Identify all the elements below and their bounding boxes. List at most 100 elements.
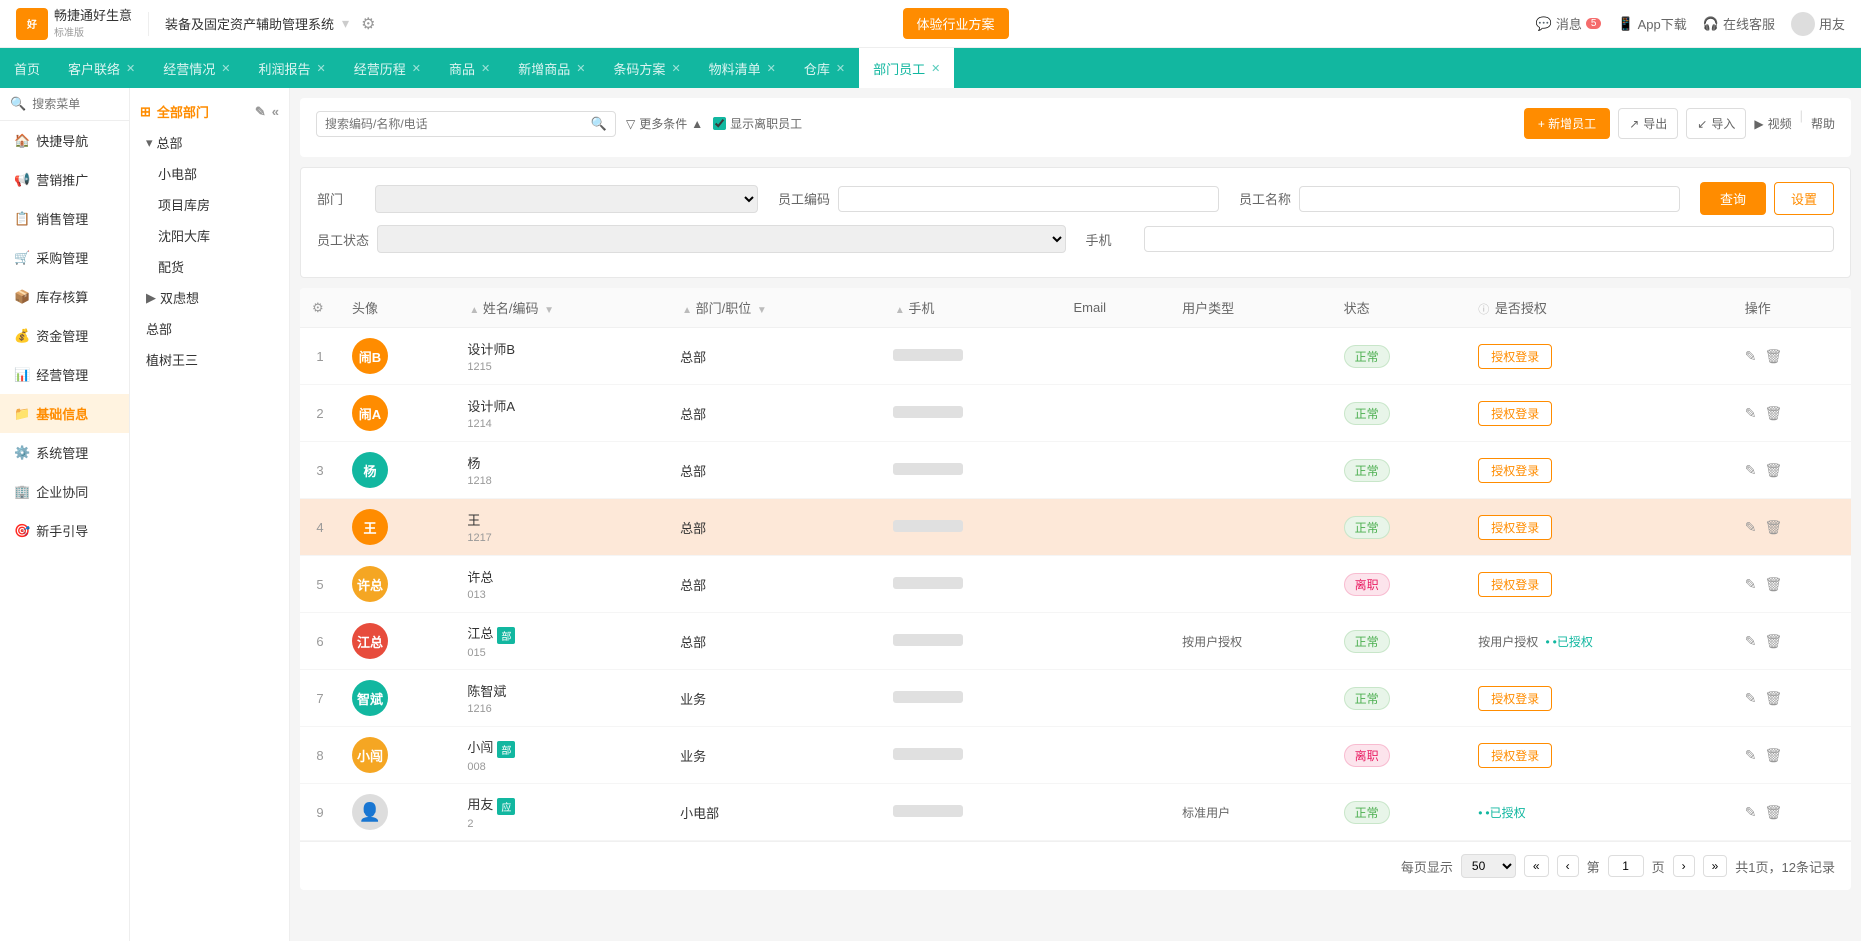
tab-new-goods[interactable]: 新增商品 ✕ [504, 48, 599, 88]
tab-finance-close[interactable]: ✕ [221, 62, 230, 75]
service-item[interactable]: 🎧 在线客服 [1703, 14, 1775, 33]
add-employee-btn[interactable]: + 新增员工 [1524, 108, 1610, 139]
delete-icon[interactable]: 🗑 [1764, 462, 1782, 479]
tab-history[interactable]: 经营历程 ✕ [340, 48, 435, 88]
auth-btn[interactable]: 授权登录 [1478, 401, 1552, 426]
edit-icon[interactable]: ✎ [1745, 348, 1757, 365]
edit-icon[interactable]: ✎ [1745, 804, 1757, 821]
dept-item-project[interactable]: 项目库房 [130, 189, 289, 220]
sidebar-item-purchase[interactable]: 🛒 采购管理 [0, 238, 129, 277]
dept-item-shenyang[interactable]: 沈阳大库 [130, 220, 289, 251]
help-btn[interactable]: 帮助 [1811, 108, 1835, 139]
emp-code-input[interactable] [838, 186, 1219, 212]
more-filter-btn[interactable]: ▽ 更多条件 ▲ [626, 115, 703, 132]
delete-icon[interactable]: 🗑 [1764, 348, 1782, 365]
dept-item-small-elec[interactable]: 小电部 [130, 158, 289, 189]
sidebar-item-system[interactable]: ⚙️ 系统管理 [0, 433, 129, 472]
edit-icon[interactable]: ✎ [1745, 747, 1757, 764]
settings-icon[interactable]: ⚙ [361, 14, 375, 34]
show-former-checkbox[interactable] [713, 117, 726, 130]
sidebar-item-sales[interactable]: 📋 销售管理 [0, 199, 129, 238]
edit-icon[interactable]: ✎ [1745, 690, 1757, 707]
sidebar-item-inventory[interactable]: 📦 库存核算 [0, 277, 129, 316]
sidebar-item-enterprise[interactable]: 🏢 企业协同 [0, 472, 129, 511]
tab-new-goods-close[interactable]: ✕ [576, 62, 585, 75]
tab-goods[interactable]: 商品 ✕ [435, 48, 504, 88]
user-item[interactable]: 用友 [1791, 12, 1845, 36]
table-settings-icon[interactable]: ⚙ [312, 300, 324, 315]
view-btn[interactable]: ▶ 视频 [1754, 108, 1791, 139]
delete-icon[interactable]: 🗑 [1764, 405, 1782, 422]
delete-icon[interactable]: 🗑 [1764, 633, 1782, 650]
dept-item-delivery[interactable]: 配货 [130, 251, 289, 282]
auth-btn[interactable]: 授权登录 [1478, 743, 1552, 768]
auth-btn[interactable]: 授权登录 [1478, 515, 1552, 540]
delete-icon[interactable]: 🗑 [1764, 747, 1782, 764]
edit-icon[interactable]: ✎ [1745, 519, 1757, 536]
msg-item[interactable]: 💬 消息 5 [1536, 14, 1602, 33]
tab-goods-close[interactable]: ✕ [481, 62, 490, 75]
page-input[interactable] [1608, 855, 1644, 877]
sidebar-item-marketing[interactable]: 📢 营销推广 [0, 160, 129, 199]
phone-input[interactable] [1144, 226, 1835, 252]
emp-status-select[interactable] [377, 225, 1065, 253]
dept-select[interactable] [375, 185, 758, 213]
filter-search-icon[interactable]: 🔍 [591, 116, 607, 132]
dept-item-hq-parent[interactable]: ▾ 总部 [130, 127, 289, 158]
tab-material[interactable]: 物料清单 ✕ [695, 48, 790, 88]
phone-field: 手机 [1086, 226, 1835, 252]
tab-profit-close[interactable]: ✕ [317, 62, 326, 75]
page-size-select[interactable]: 50 100 [1461, 854, 1516, 878]
tab-material-close[interactable]: ✕ [767, 62, 776, 75]
tab-barcode[interactable]: 条码方案 ✕ [599, 48, 694, 88]
tab-barcode-close[interactable]: ✕ [671, 62, 680, 75]
filter-search-input[interactable] [325, 117, 585, 131]
prev-page-btn[interactable]: ‹ [1557, 855, 1579, 877]
query-btn[interactable]: 查询 [1700, 182, 1766, 215]
app-item[interactable]: 📱 App下载 [1617, 14, 1686, 33]
auth-btn[interactable]: 授权登录 [1478, 686, 1552, 711]
sidebar-item-shortcut[interactable]: 🏠 快捷导航 [0, 121, 129, 160]
auth-btn[interactable]: 授权登录 [1478, 572, 1552, 597]
sidebar-item-guide[interactable]: 🎯 新手引导 [0, 511, 129, 550]
tab-history-close[interactable]: ✕ [412, 62, 421, 75]
delete-icon[interactable]: 🗑 [1764, 804, 1782, 821]
sidebar-item-management[interactable]: 📊 经营管理 [0, 355, 129, 394]
delete-icon[interactable]: 🗑 [1764, 576, 1782, 593]
export-btn[interactable]: ↗ 导出 [1618, 108, 1678, 139]
dept-item-double-think[interactable]: ▶ 双虑想 [130, 282, 289, 313]
tab-warehouse[interactable]: 仓库 ✕ [790, 48, 859, 88]
tab-profit[interactable]: 利润报告 ✕ [244, 48, 339, 88]
edit-icon[interactable]: ✎ [1745, 405, 1757, 422]
tab-warehouse-close[interactable]: ✕ [836, 62, 845, 75]
trial-btn[interactable]: 体验行业方案 [903, 8, 1009, 39]
show-former-label[interactable]: 显示离职员工 [713, 115, 802, 132]
next-page-btn[interactable]: › [1673, 855, 1695, 877]
dept-collapse-icon[interactable]: « [272, 104, 279, 120]
tab-customer-close[interactable]: ✕ [126, 62, 135, 75]
tab-home[interactable]: 首页 [0, 48, 54, 88]
dept-edit-icon[interactable]: ✎ [255, 104, 266, 120]
import-btn[interactable]: ↙ 导入 [1686, 108, 1746, 139]
emp-name-input[interactable] [1299, 186, 1680, 212]
edit-icon[interactable]: ✎ [1745, 462, 1757, 479]
dept-item-planting[interactable]: 植树王三 [130, 344, 289, 375]
edit-icon[interactable]: ✎ [1745, 576, 1757, 593]
delete-icon[interactable]: 🗑 [1764, 519, 1782, 536]
dept-item-hq2[interactable]: 总部 [130, 313, 289, 344]
edit-icon[interactable]: ✎ [1745, 633, 1757, 650]
set-btn[interactable]: 设置 [1774, 182, 1834, 215]
first-page-btn[interactable]: « [1524, 855, 1549, 877]
sidebar-item-basic[interactable]: 📁 基础信息 [0, 394, 129, 433]
tab-finance[interactable]: 经营情况 ✕ [149, 48, 244, 88]
last-page-btn[interactable]: » [1703, 855, 1728, 877]
sidebar-item-capital[interactable]: 💰 资金管理 [0, 316, 129, 355]
auth-btn[interactable]: 授权登录 [1478, 344, 1552, 369]
sidebar-search-input[interactable] [32, 97, 130, 111]
delete-icon[interactable]: 🗑 [1764, 690, 1782, 707]
tab-customer[interactable]: 客户联络 ✕ [54, 48, 149, 88]
auth-btn[interactable]: 授权登录 [1478, 458, 1552, 483]
tab-dept[interactable]: 部门员工 ✕ [859, 48, 954, 88]
tab-dept-close[interactable]: ✕ [931, 62, 940, 75]
system-title-dropdown[interactable]: ▾ [342, 15, 349, 32]
